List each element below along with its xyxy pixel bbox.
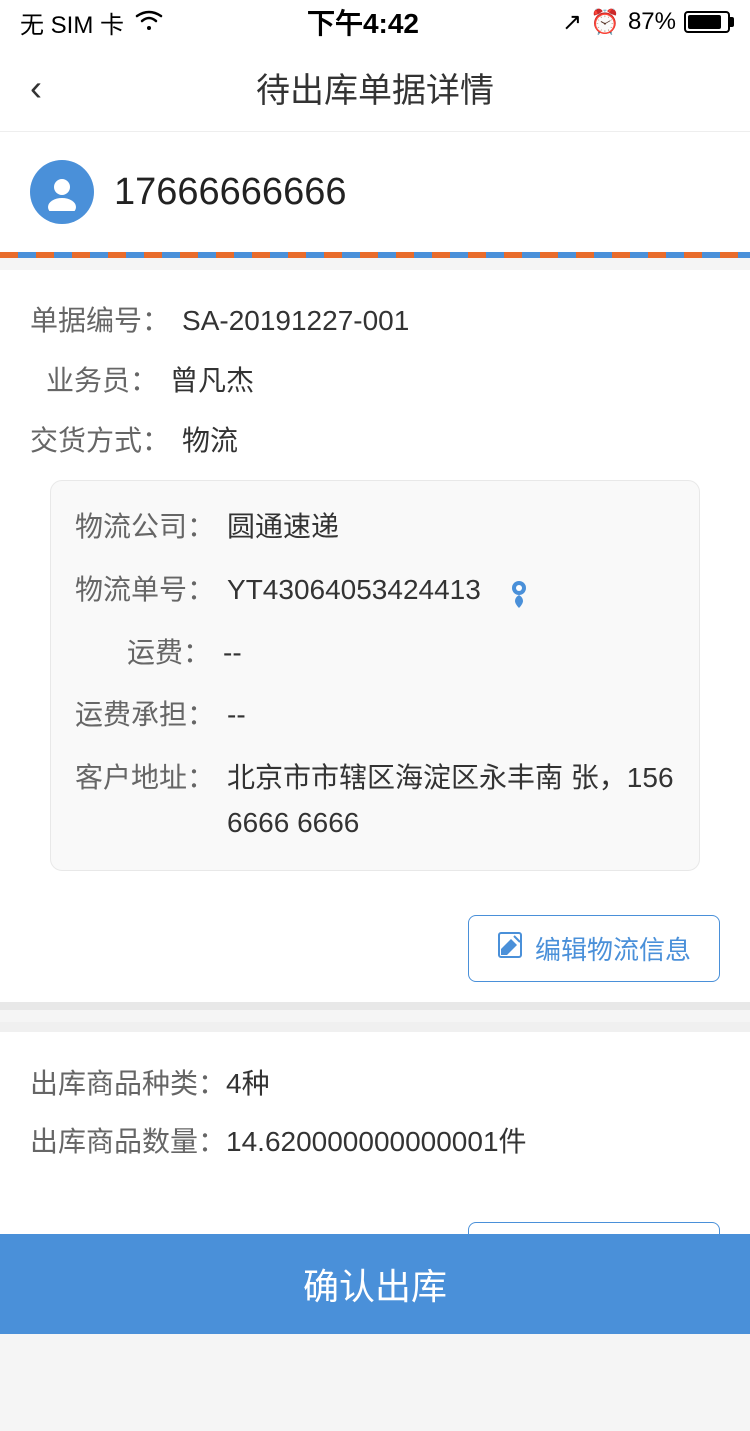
freight-bear-row: 运费承担： -- [75,693,675,738]
alarm-icon: ⏰ [590,8,620,37]
logistics-company-value: 圆通速递 [227,505,675,550]
logistics-tracking-value: YT43064053424413 [227,568,481,613]
edit-logistics-label: 编辑物流信息 [535,930,691,967]
customer-header: 17666666666 [0,132,750,252]
address-row: 客户地址： 北京市市辖区海淀区永丰南 张，156 6666 6666 [75,756,675,846]
delivery-label: 交货方式： [30,420,182,462]
carrier-label: 无 SIM 卡 [20,5,124,40]
staff-row: 业务员： 曾凡杰 [30,360,720,402]
status-right: ↗ ⏰ 87% [562,8,730,37]
confirm-outbound-button[interactable]: 确认出库 [0,1234,750,1334]
customer-phone: 17666666666 [114,171,346,214]
status-bar: 无 SIM 卡 下午4:42 ↗ ⏰ 87% [0,0,750,44]
staff-value: 曾凡杰 [170,360,720,402]
stock-category-row: 出库商品种类： 4种 [30,1062,720,1102]
section-divider [0,1022,750,1032]
edit-logistics-button[interactable]: 编辑物流信息 [468,915,720,982]
stock-quantity-value: 14.620000000000001件 [226,1120,527,1160]
logistics-tracking-label: 物流单号： [75,568,227,613]
doc-number-row: 单据编号： SA-20191227-001 [30,300,720,342]
stock-category-label: 出库商品种类： [30,1062,226,1102]
address-value: 北京市市辖区海淀区永丰南 张，156 6666 6666 [227,756,675,846]
freight-bear-value: -- [227,693,675,738]
status-left: 无 SIM 卡 [20,5,164,40]
freight-label: 运费： [75,631,223,676]
freight-bear-label: 运费承担： [75,693,227,738]
map-location-icon[interactable] [497,568,541,612]
logistics-card: 物流公司： 圆通速递 物流单号： YT43064053424413 [50,480,700,871]
status-time: 下午4:42 [307,2,419,42]
nav-bar: ‹ 待出库单据详情 [0,44,750,132]
doc-number-label: 单据编号： [30,300,182,342]
stock-section: 出库商品种类： 4种 出库商品数量： 14.620000000000001件 [0,1032,750,1202]
doc-number-value: SA-20191227-001 [182,300,720,342]
freight-value: -- [223,631,675,676]
freight-row: 运费： -- [75,631,675,676]
logistics-company-row: 物流公司： 圆通速递 [75,505,675,550]
delivery-row: 交货方式： 物流 [30,420,720,462]
wifi-icon [134,8,164,37]
delivery-value: 物流 [182,420,720,462]
edit-icon [497,931,525,966]
stock-quantity-row: 出库商品数量： 14.620000000000001件 [30,1120,720,1160]
logistics-tracking-row: 物流单号： YT43064053424413 [75,568,675,613]
staff-label: 业务员： [30,360,170,402]
edit-btn-wrapper: 编辑物流信息 [0,895,750,1010]
battery-percent: 87% [628,8,676,36]
avatar [30,160,94,224]
stock-category-value: 4种 [226,1062,270,1102]
stock-quantity-label: 出库商品数量： [30,1120,226,1160]
confirm-outbound-label: 确认出库 [303,1258,447,1310]
dashed-divider [0,252,750,258]
battery-icon [684,11,730,33]
page-title: 待出库单据详情 [256,63,494,112]
doc-info-section: 单据编号： SA-20191227-001 业务员： 曾凡杰 交货方式： 物流 … [0,270,750,895]
address-label: 客户地址： [75,756,227,801]
logistics-company-label: 物流公司： [75,505,227,550]
location-status-icon: ↗ [562,8,582,37]
back-button[interactable]: ‹ [30,67,42,109]
